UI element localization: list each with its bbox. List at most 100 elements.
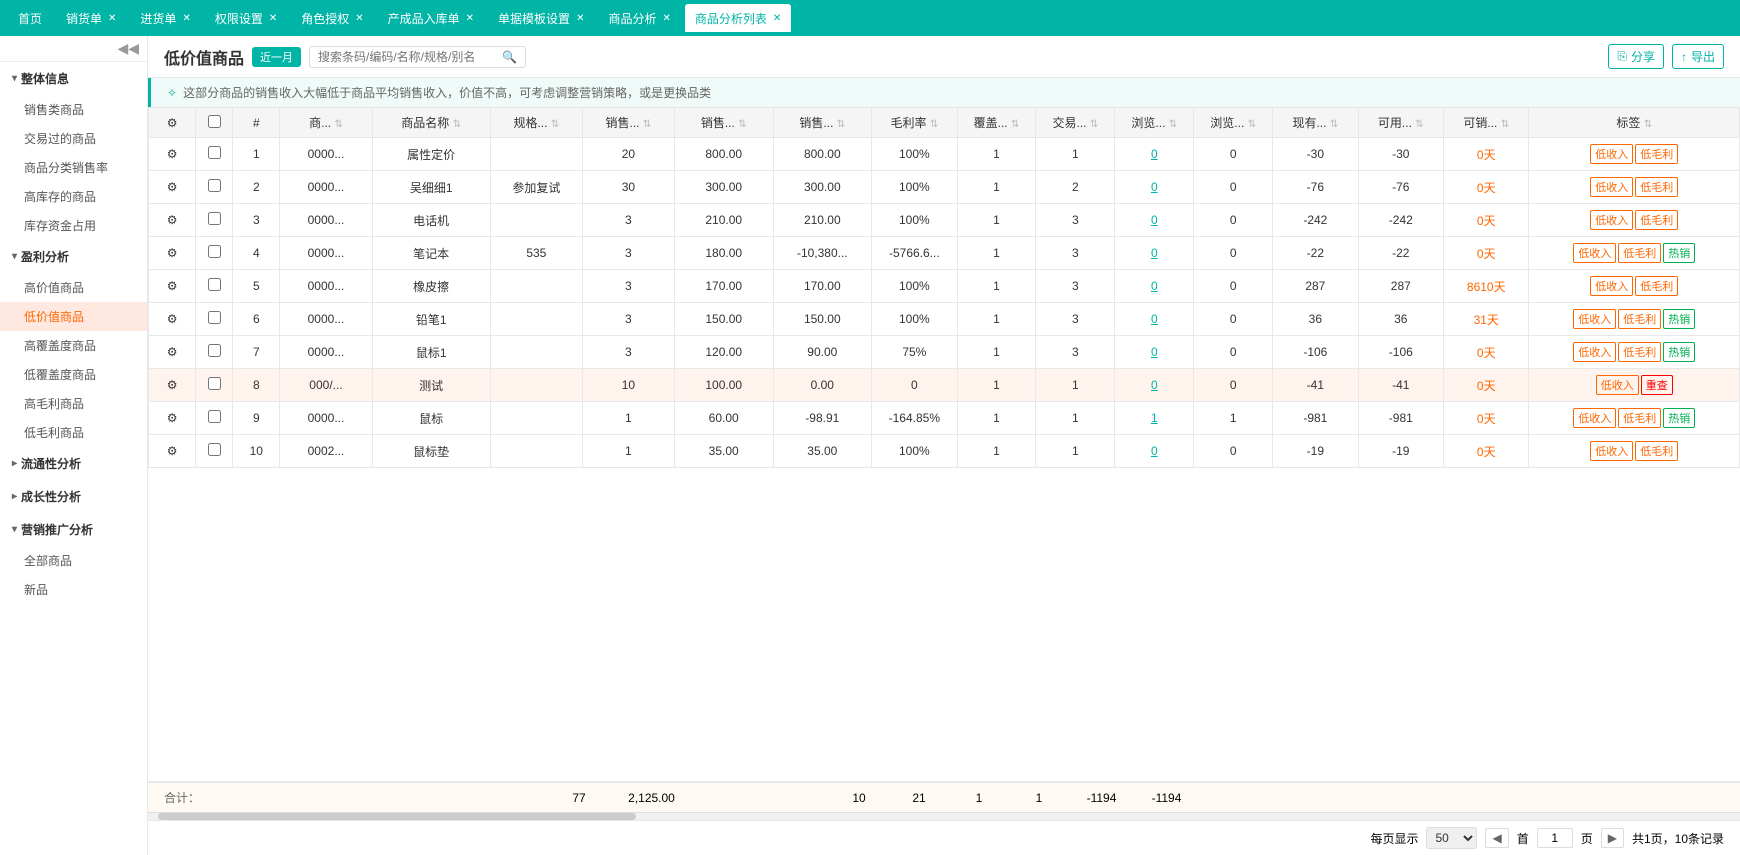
browse-link[interactable]: 0 [1151, 180, 1158, 194]
sidebar-item-high-value[interactable]: 高价值商品 [0, 273, 147, 302]
nav-purchase-order[interactable]: 进货单 ✕ [130, 4, 200, 32]
gross-col-header[interactable]: 毛利率 ⇅ [872, 108, 957, 138]
row-checkbox[interactable] [208, 311, 221, 324]
sidebar-item-high-margin[interactable]: 高毛利商品 [0, 389, 147, 418]
nav-close-icon[interactable]: ✕ [269, 13, 277, 24]
nav-close-icon[interactable]: ✕ [466, 13, 474, 24]
row-check[interactable] [196, 171, 233, 204]
code-col-header[interactable]: 商... ⇅ [280, 108, 372, 138]
browse-link[interactable]: 0 [1151, 246, 1158, 260]
sidebar-item-low-value[interactable]: 低价值商品 [0, 302, 147, 331]
scrollbar[interactable] [148, 812, 1740, 820]
row-settings[interactable]: ⚙ [149, 303, 196, 336]
nav-sales-order[interactable]: 销货单 ✕ [56, 4, 126, 32]
check-all-checkbox[interactable] [208, 115, 221, 128]
sidebar-group-overview[interactable]: ▾ 整体信息 [0, 62, 147, 95]
sidebar-item-high-coverage[interactable]: 高覆盖度商品 [0, 331, 147, 360]
row-browse1[interactable]: 0 [1115, 369, 1194, 402]
row-check[interactable] [196, 303, 233, 336]
search-box[interactable]: 🔍 [309, 46, 526, 68]
trade-col-header[interactable]: 交易... ⇅ [1036, 108, 1115, 138]
search-icon[interactable]: 🔍 [502, 50, 517, 64]
stock1-col-header[interactable]: 现有... ⇅ [1273, 108, 1358, 138]
row-settings[interactable]: ⚙ [149, 369, 196, 402]
sidebar-item-inventory-capital[interactable]: 库存资金占用 [0, 211, 147, 240]
first-page-btn[interactable]: ◀ [1485, 828, 1508, 848]
sidebar-item-new-products[interactable]: 新品 [0, 575, 147, 604]
row-checkbox[interactable] [208, 245, 221, 258]
row-settings[interactable]: ⚙ [149, 336, 196, 369]
row-check[interactable] [196, 270, 233, 303]
sidebar-group-liquidity[interactable]: ▸ 流通性分析 [0, 447, 147, 480]
stock2-col-header[interactable]: 可用... ⇅ [1358, 108, 1443, 138]
share-button[interactable]: ⎘ 分享 [1608, 44, 1664, 69]
sidebar-collapse-btn[interactable]: ◀◀ [117, 40, 139, 57]
name-col-header[interactable]: 商品名称 ⇅ [372, 108, 490, 138]
row-check[interactable] [196, 369, 233, 402]
sale2-col-header[interactable]: 销售... ⇅ [674, 108, 773, 138]
row-settings[interactable]: ⚙ [149, 237, 196, 270]
sidebar-item-high-inventory[interactable]: 高库存的商品 [0, 182, 147, 211]
saledays-col-header[interactable]: 可销... ⇅ [1444, 108, 1529, 138]
row-check[interactable] [196, 402, 233, 435]
row-check[interactable] [196, 204, 233, 237]
browse-link[interactable]: 0 [1151, 213, 1158, 227]
sidebar-item-traded-products[interactable]: 交易过的商品 [0, 124, 147, 153]
row-checkbox[interactable] [208, 410, 221, 423]
spec-col-header[interactable]: 规格... ⇅ [490, 108, 582, 138]
nav-close-icon[interactable]: ✕ [773, 13, 781, 24]
row-browse1[interactable]: 0 [1115, 204, 1194, 237]
nav-close-icon[interactable]: ✕ [662, 13, 670, 24]
row-settings[interactable]: ⚙ [149, 204, 196, 237]
nav-home[interactable]: 首页 [8, 4, 52, 32]
browse-link[interactable]: 1 [1151, 411, 1158, 425]
row-browse1[interactable]: 0 [1115, 171, 1194, 204]
row-browse1[interactable]: 0 [1115, 270, 1194, 303]
search-input[interactable] [318, 50, 498, 64]
sidebar-item-category-sales-rate[interactable]: 商品分类销售率 [0, 153, 147, 182]
sidebar-item-sales-products[interactable]: 销售类商品 [0, 95, 147, 124]
row-browse1[interactable]: 1 [1115, 402, 1194, 435]
export-button[interactable]: ↑ 导出 [1672, 44, 1724, 69]
settings-col-header[interactable]: ⚙ [149, 108, 196, 138]
row-settings[interactable]: ⚙ [149, 435, 196, 468]
sidebar-item-low-coverage[interactable]: 低覆盖度商品 [0, 360, 147, 389]
date-badge[interactable]: 近一月 [252, 47, 301, 67]
row-checkbox[interactable] [208, 377, 221, 390]
browse-link[interactable]: 0 [1151, 279, 1158, 293]
row-check[interactable] [196, 237, 233, 270]
browse-link[interactable]: 0 [1151, 312, 1158, 326]
nav-close-icon[interactable]: ✕ [576, 13, 584, 24]
nav-close-icon[interactable]: ✕ [182, 13, 190, 24]
check-all-header[interactable] [196, 108, 233, 138]
browse-link[interactable]: 0 [1151, 147, 1158, 161]
browse2-col-header[interactable]: 浏览... ⇅ [1194, 108, 1273, 138]
sidebar-group-profit[interactable]: ▾ 盈利分析 [0, 240, 147, 273]
row-checkbox[interactable] [208, 443, 221, 456]
row-check[interactable] [196, 138, 233, 171]
row-check[interactable] [196, 435, 233, 468]
sale3-col-header[interactable]: 销售... ⇅ [773, 108, 872, 138]
browse1-col-header[interactable]: 浏览... ⇅ [1115, 108, 1194, 138]
sidebar-item-all-products[interactable]: 全部商品 [0, 546, 147, 575]
browse-link[interactable]: 0 [1151, 444, 1158, 458]
nav-template-settings[interactable]: 单据模板设置 ✕ [488, 4, 594, 32]
nav-close-icon[interactable]: ✕ [355, 13, 363, 24]
row-check[interactable] [196, 336, 233, 369]
row-browse1[interactable]: 0 [1115, 303, 1194, 336]
row-checkbox[interactable] [208, 146, 221, 159]
cover-col-header[interactable]: 覆盖... ⇅ [957, 108, 1036, 138]
next-page-btn[interactable]: ▶ [1601, 828, 1624, 848]
sidebar-group-growth[interactable]: ▸ 成长性分析 [0, 480, 147, 513]
row-settings[interactable]: ⚙ [149, 270, 196, 303]
nav-role-auth[interactable]: 角色授权 ✕ [291, 4, 373, 32]
row-settings[interactable]: ⚙ [149, 138, 196, 171]
sidebar-item-low-margin[interactable]: 低毛利商品 [0, 418, 147, 447]
row-browse1[interactable]: 0 [1115, 336, 1194, 369]
row-settings[interactable]: ⚙ [149, 171, 196, 204]
tags-col-header[interactable]: 标签 ⇅ [1529, 108, 1740, 138]
row-settings[interactable]: ⚙ [149, 402, 196, 435]
nav-product-analysis-list[interactable]: 商品分析列表 ✕ [685, 4, 791, 32]
row-checkbox[interactable] [208, 179, 221, 192]
row-checkbox[interactable] [208, 278, 221, 291]
